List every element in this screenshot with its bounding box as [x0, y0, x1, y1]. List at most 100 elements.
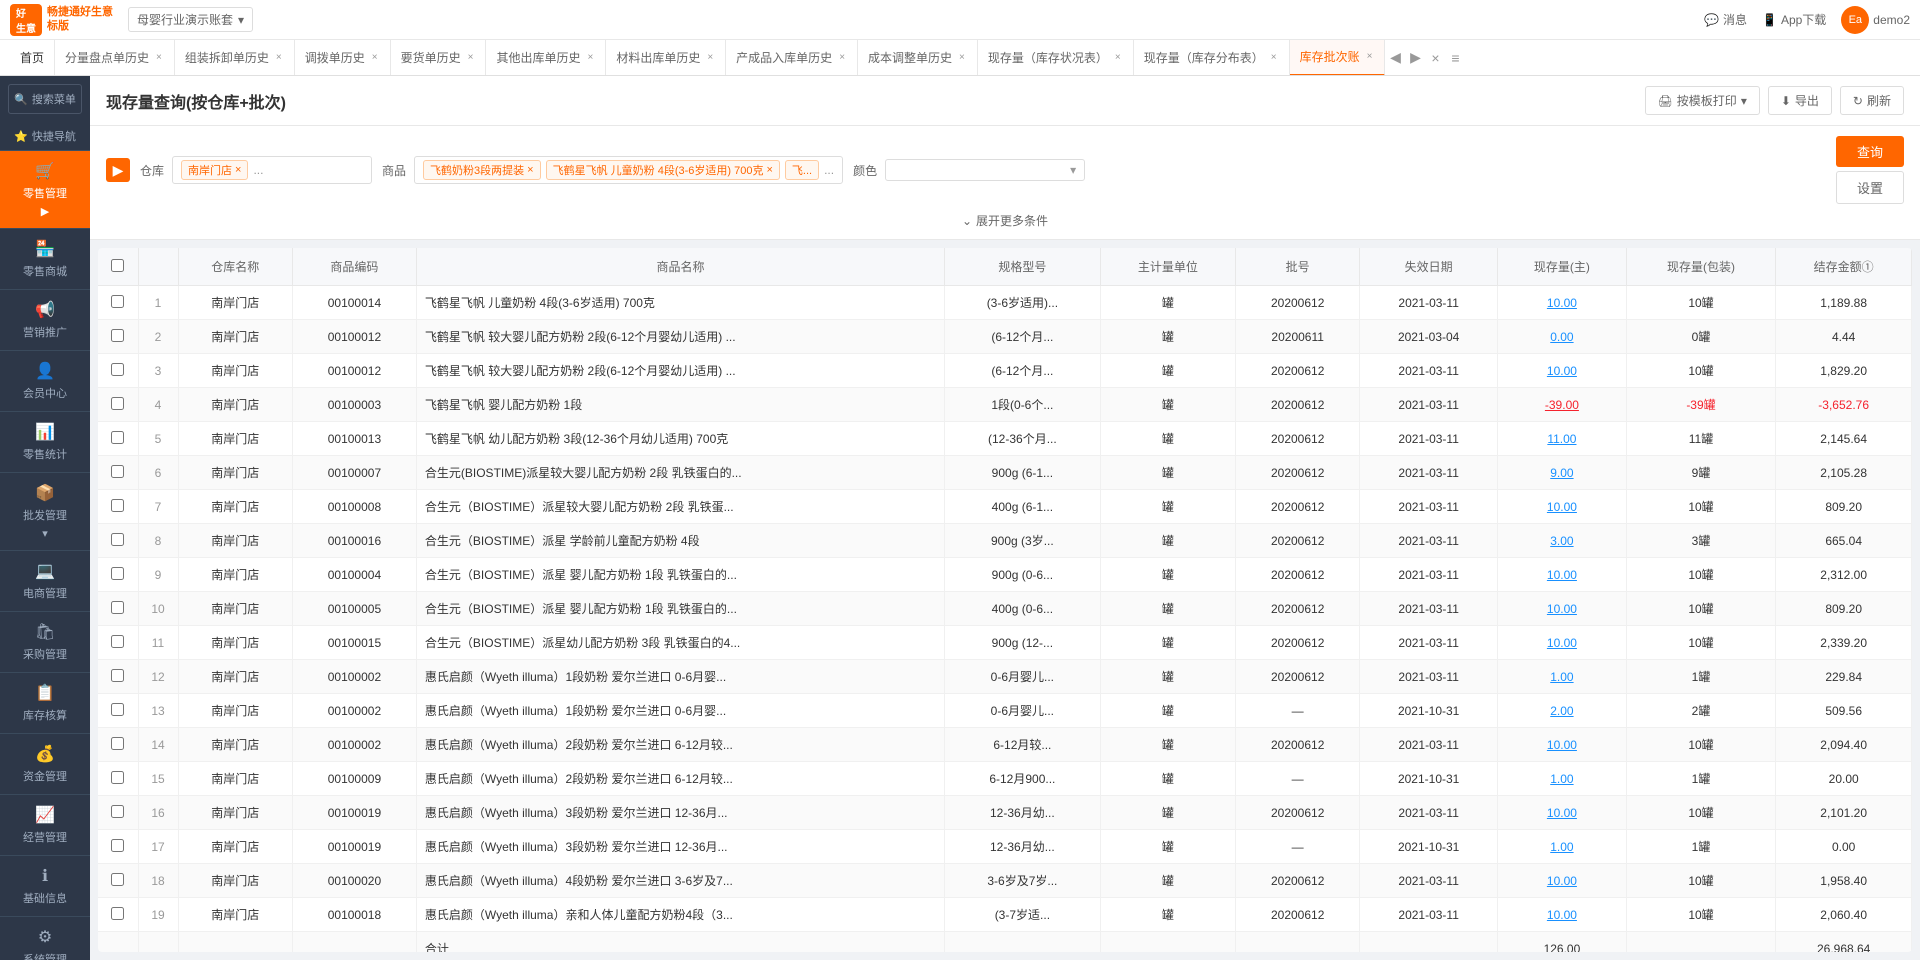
- tab-close-icon[interactable]: ×: [705, 51, 715, 64]
- row-checkbox[interactable]: [111, 737, 124, 750]
- row-unit: 罐: [1100, 354, 1236, 388]
- tab-close-icon[interactable]: ×: [1113, 51, 1123, 64]
- sidebar-item-purchase[interactable]: 🛍 采购管理: [0, 612, 90, 673]
- settings-button[interactable]: 设置: [1836, 171, 1904, 204]
- row-checkbox[interactable]: [111, 601, 124, 614]
- row-checkbox[interactable]: [111, 805, 124, 818]
- row-current-qty-main: 9.00: [1498, 456, 1627, 490]
- row-current-qty-main: 2.00: [1498, 694, 1627, 728]
- color-filter-container[interactable]: ▾: [885, 159, 1085, 181]
- product-tag-2-close-icon[interactable]: ×: [766, 164, 772, 176]
- sidebar-item-inventory[interactable]: 📋 库存核算: [0, 673, 90, 734]
- row-checkbox[interactable]: [111, 635, 124, 648]
- table-row: 4 南岸门店 00100003 飞鹤星飞帆 婴儿配方奶粉 1段 1段(0-6个.…: [98, 388, 1912, 422]
- row-product-name: 合生元(BIOSTIME)派星较大婴儿配方奶粉 2段 乳铁蛋白的...: [416, 456, 944, 490]
- row-product-code: 00100019: [292, 796, 416, 830]
- print-button[interactable]: 🖨 按模板打印 ▾: [1645, 86, 1760, 115]
- tab-home[interactable]: 首页: [10, 40, 55, 76]
- tab-close-icon[interactable]: ×: [1269, 51, 1279, 64]
- row-checkbox[interactable]: [111, 907, 124, 920]
- tab-product-inbound[interactable]: 产成品入库单历史 ×: [726, 40, 858, 76]
- table-row: 16 南岸门店 00100019 惠氏启颜（Wyeth illuma）3段奶粉 …: [98, 796, 1912, 830]
- warehouse-filter-container[interactable]: 南岸门店 × ...: [172, 156, 372, 184]
- row-checkbox[interactable]: [111, 329, 124, 342]
- sidebar-item-marketing[interactable]: 📢 营销推广: [0, 290, 90, 351]
- tab-material-outbound[interactable]: 材料出库单历史 ×: [606, 40, 726, 76]
- tab-prev-button[interactable]: ◀: [1385, 40, 1405, 76]
- tab-close-icon[interactable]: ×: [466, 51, 476, 64]
- row-checkbox[interactable]: [111, 669, 124, 682]
- filter-dots: ...: [253, 163, 263, 177]
- sidebar-item-base[interactable]: ℹ 基础信息: [0, 856, 90, 917]
- tab-close-icon[interactable]: ×: [957, 51, 967, 64]
- row-checkbox[interactable]: [111, 499, 124, 512]
- tab-close-icon[interactable]: ×: [585, 51, 595, 64]
- row-balance-amount: -3,652.76: [1776, 388, 1912, 422]
- sidebar-item-operations[interactable]: 📈 经营管理: [0, 795, 90, 856]
- row-unit: 罐: [1100, 830, 1236, 864]
- export-button[interactable]: ⬇ 导出: [1768, 86, 1832, 115]
- row-expire: 2021-03-11: [1360, 796, 1498, 830]
- refresh-button[interactable]: ↻ 刷新: [1840, 86, 1904, 115]
- tab-close-icon[interactable]: ×: [837, 51, 847, 64]
- select-all-checkbox[interactable]: [111, 259, 124, 272]
- search-menu-button[interactable]: 🔍 搜索菜单: [8, 84, 82, 114]
- sidebar-item-retail-stats[interactable]: 📊 零售统计: [0, 412, 90, 473]
- tab-close-all-button[interactable]: ×: [1425, 40, 1445, 76]
- th-current-qty-pkg: 现存量(包装): [1626, 248, 1776, 286]
- row-checkbox[interactable]: [111, 873, 124, 886]
- row-checkbox[interactable]: [111, 533, 124, 546]
- tab-other-outbound[interactable]: 其他出库单历史 ×: [486, 40, 606, 76]
- filter-toggle-button[interactable]: ▶: [106, 158, 130, 182]
- quick-nav-button[interactable]: ⭐ 快捷导航: [0, 122, 90, 151]
- sidebar-item-retail-mall[interactable]: 🏪 零售商城: [0, 229, 90, 290]
- row-spec: 900g (6-1...: [945, 456, 1101, 490]
- expand-more-button[interactable]: ⌄ 展开更多条件: [106, 212, 1904, 229]
- app-download-button[interactable]: 📱 App下载: [1762, 11, 1826, 28]
- sidebar-item-wholesale[interactable]: 📦 批发管理 ▾: [0, 473, 90, 551]
- tab-next-button[interactable]: ▶: [1405, 40, 1425, 76]
- tab-close-icon[interactable]: ×: [274, 51, 284, 64]
- tab-split-inventory[interactable]: 分量盘点单历史 ×: [55, 40, 175, 76]
- row-checkbox[interactable]: [111, 397, 124, 410]
- tab-cost-adjust[interactable]: 成本调整单历史 ×: [858, 40, 978, 76]
- sidebar-item-finance[interactable]: 💰 资金管理: [0, 734, 90, 795]
- row-checkbox[interactable]: [111, 771, 124, 784]
- sidebar-item-member[interactable]: 👤 会员中心: [0, 351, 90, 412]
- product-filter-container[interactable]: 飞鹤奶粉3段两提装 × 飞鹤星飞帆 儿童奶粉 4段(3-6岁适用) 700克 ×…: [414, 156, 843, 184]
- sidebar-item-system[interactable]: ⚙ 系统管理: [0, 917, 90, 960]
- tab-close-icon[interactable]: ×: [370, 51, 380, 64]
- tab-close-icon[interactable]: ×: [1365, 50, 1375, 63]
- row-checkbox[interactable]: [111, 839, 124, 852]
- tab-batch-voucher[interactable]: 库存批次账 ×: [1290, 40, 1386, 76]
- row-balance-amount: 4.44: [1776, 320, 1912, 354]
- tab-inventory-status[interactable]: 现存量（库存状况表） ×: [978, 40, 1134, 76]
- product-tag-1-close-icon[interactable]: ×: [527, 164, 533, 176]
- row-spec: 900g (3岁...: [945, 524, 1101, 558]
- sidebar-item-retail[interactable]: 🛒 零售管理 ▶: [0, 151, 90, 229]
- tab-menu-button[interactable]: ≡: [1445, 40, 1465, 76]
- th-checkbox[interactable]: [98, 248, 138, 286]
- tab-inventory-distribution[interactable]: 现存量（库存分布表） ×: [1134, 40, 1290, 76]
- row-seq: 4: [138, 388, 178, 422]
- row-expire: 2021-03-11: [1360, 524, 1498, 558]
- row-checkbox[interactable]: [111, 465, 124, 478]
- tab-require-goods[interactable]: 要货单历史 ×: [391, 40, 487, 76]
- row-balance-amount: 1,829.20: [1776, 354, 1912, 388]
- sidebar-item-ecommerce[interactable]: 💻 电商管理: [0, 551, 90, 612]
- row-checkbox[interactable]: [111, 703, 124, 716]
- query-button[interactable]: 查询: [1836, 136, 1904, 167]
- warehouse-tag-close-icon[interactable]: ×: [235, 164, 241, 176]
- row-warehouse: 南岸门店: [178, 660, 292, 694]
- tab-pickup[interactable]: 调拨单历史 ×: [295, 40, 391, 76]
- breadcrumb-selector[interactable]: 母婴行业演示账套 ▾: [128, 7, 253, 32]
- row-checkbox[interactable]: [111, 431, 124, 444]
- user-area[interactable]: Ea demo2: [1841, 6, 1910, 34]
- row-checkbox[interactable]: [111, 295, 124, 308]
- tab-close-icon[interactable]: ×: [154, 51, 164, 64]
- message-button[interactable]: 💬 消息: [1704, 11, 1747, 28]
- row-checkbox[interactable]: [111, 363, 124, 376]
- row-current-qty-main: 11.00: [1498, 422, 1627, 456]
- tab-disassembly[interactable]: 组装拆卸单历史 ×: [175, 40, 295, 76]
- row-checkbox[interactable]: [111, 567, 124, 580]
